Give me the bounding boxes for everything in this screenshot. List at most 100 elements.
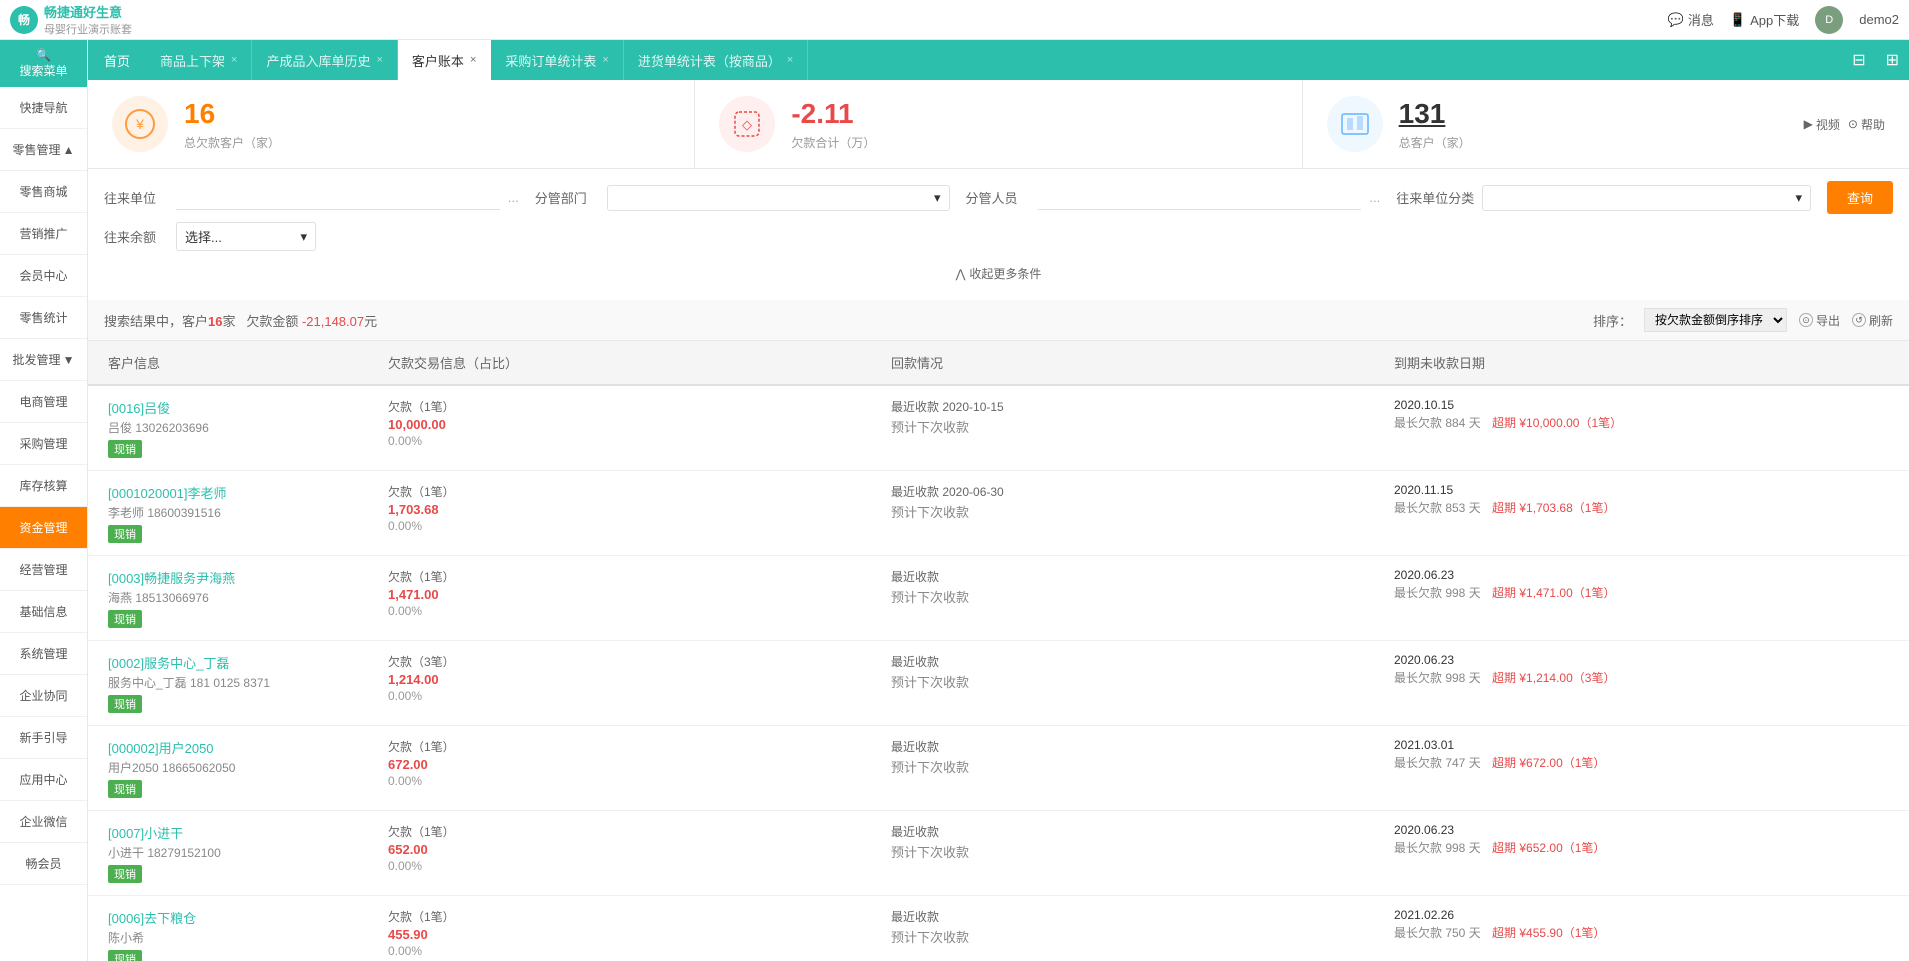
sidebar-item-app-center[interactable]: 应用中心 (0, 759, 87, 801)
sidebar-item-ecommerce[interactable]: 电商管理 (0, 381, 87, 423)
unit-type-select[interactable]: ▾ (1482, 185, 1811, 211)
collection-cell: 最近收款 预计下次收款 (887, 821, 1390, 885)
tab-home[interactable]: 首页 (88, 40, 146, 80)
sidebar-item-retail-shop[interactable]: 零售商城 (0, 171, 87, 213)
view-btn[interactable]: ▶ 视频 (1804, 116, 1840, 133)
next-payment: 预计下次收款 (891, 502, 1386, 521)
customer-name[interactable]: [0003]畅捷服务尹海燕 (108, 568, 380, 587)
balance-filter: 往来余额 选择... ▾ (104, 222, 364, 251)
debt-amount[interactable]: 652.00 (388, 842, 883, 857)
person-input[interactable] (1038, 186, 1362, 210)
balance-select[interactable]: 选择... ▾ (176, 222, 316, 251)
overdue-link[interactable]: 超期 ¥652.00（1笔） (1492, 841, 1605, 855)
debt-amount[interactable]: 1,214.00 (388, 672, 883, 687)
collapse-btn[interactable]: ⋀ 收起更多条件 (104, 259, 1893, 288)
debt-amount[interactable]: 10,000.00 (388, 417, 883, 432)
sidebar-item-retail-stats[interactable]: 零售统计 (0, 297, 87, 339)
sidebar-item-basic-info[interactable]: 基础信息 (0, 591, 87, 633)
close-icon[interactable]: × (470, 54, 476, 66)
customer-name[interactable]: [000002]用户2050 (108, 738, 380, 757)
sidebar-item-batch-mgmt[interactable]: 批发管理▼ (0, 339, 87, 381)
refresh-btn[interactable]: ↺ 刷新 (1852, 312, 1893, 329)
due-date-cell: 2020.10.15 最长欠款 884 天 超期 ¥10,000.00（1笔） (1390, 396, 1893, 460)
sidebar-item-member[interactable]: 会员中心 (0, 255, 87, 297)
stat-debt-amount: ◇ -2.11 欠款合计（万） (695, 80, 1302, 168)
customer-name[interactable]: [0006]去下粮仓 (108, 908, 380, 927)
header-debt-info: 欠款交易信息（占比） (384, 351, 887, 374)
overdue-link[interactable]: 超期 ¥10,000.00（1笔） (1492, 416, 1622, 430)
overdue-link[interactable]: 超期 ¥1,703.68（1笔） (1492, 501, 1615, 515)
collection-cell: 最近收款 预计下次收款 (887, 906, 1390, 961)
stat-actions: ▶ 视频 ⊙ 帮助 (1804, 116, 1885, 133)
sidebar-item-inventory[interactable]: 库存核算 (0, 465, 87, 507)
query-btn[interactable]: 查询 (1827, 181, 1893, 214)
overdue-days: 最长欠款 998 天 超期 ¥652.00（1笔） (1394, 839, 1889, 856)
debt-count: 欠款（1笔） (388, 823, 883, 840)
customer-info-cell: [0003]畅捷服务尹海燕 海燕 18513066976 现销 (104, 566, 384, 630)
sidebar-item-newbie[interactable]: 新手引导 (0, 717, 87, 759)
dept-select[interactable]: ▾ (607, 185, 950, 211)
sidebar-item-quick-nav[interactable]: 快捷导航 (0, 87, 87, 129)
due-date: 2021.02.26 (1394, 908, 1889, 922)
debt-amount[interactable]: 455.90 (388, 927, 883, 942)
sidebar-item-corp-wechat[interactable]: 企业微信 (0, 801, 87, 843)
tab-expand-btn[interactable]: ⊞ (1876, 40, 1909, 80)
tab-collapse-btn[interactable]: ⊟ (1842, 40, 1875, 80)
overdue-days: 最长欠款 747 天 超期 ¥672.00（1笔） (1394, 754, 1889, 771)
from-unit-input[interactable] (176, 186, 500, 210)
sidebar-item-purchase[interactable]: 采购管理 (0, 423, 87, 465)
last-payment: 最近收款 (891, 823, 1386, 840)
debt-info-cell: 欠款（1笔） 672.00 0.00% (384, 736, 887, 800)
debt-amount[interactable]: 1,703.68 (388, 502, 883, 517)
close-icon[interactable]: × (602, 54, 608, 66)
close-icon[interactable]: × (231, 54, 237, 66)
next-payment: 预计下次收款 (891, 417, 1386, 436)
tab-purchase-stats[interactable]: 采购订单统计表 × (491, 40, 623, 80)
customer-name[interactable]: [0016]吕俊 (108, 398, 380, 417)
sidebar-item-ops[interactable]: 经营管理 (0, 549, 87, 591)
overdue-link[interactable]: 超期 ¥455.90（1笔） (1492, 926, 1605, 940)
debt-amount[interactable]: 1,471.00 (388, 587, 883, 602)
tab-customer-account[interactable]: 客户账本 × (398, 40, 491, 80)
customer-name[interactable]: [0007]小进干 (108, 823, 380, 842)
person-dots[interactable]: ... (1369, 190, 1380, 205)
close-icon[interactable]: × (787, 54, 793, 66)
tab-product-history[interactable]: 产成品入库单历史 × (252, 40, 397, 80)
table-header: 客户信息 欠款交易信息（占比） 回款情况 到期未收款日期 (88, 341, 1909, 386)
overdue-link[interactable]: 超期 ¥672.00（1笔） (1492, 756, 1605, 770)
customer-info-cell: [0002]服务中心_丁磊 服务中心_丁磊 181 0125 8371 现销 (104, 651, 384, 715)
message-btn[interactable]: 💬 消息 (1668, 10, 1714, 29)
export-label: 导出 (1816, 312, 1840, 329)
sort-select[interactable]: 按欠款金额倒序排序 (1644, 308, 1787, 332)
sidebar-item-finance[interactable]: 资金管理 (0, 507, 87, 549)
collapse-icon: ⋀ (956, 267, 966, 281)
logo-area: 畅 畅捷通好生意 母婴行业演示账套 (10, 2, 210, 37)
sidebar-search[interactable]: 🔍 搜索菜单 (0, 40, 87, 87)
app-download-btn[interactable]: 📱 App下载 (1730, 10, 1799, 29)
help-label: 帮助 (1861, 116, 1885, 133)
tab-purchase-product-stats[interactable]: 进货单统计表（按商品） × (624, 40, 808, 80)
table-row: [0006]去下粮仓 陈小希 现销 欠款（1笔） 455.90 0.00% 最近… (88, 896, 1909, 961)
sidebar-nav: 快捷导航 零售管理▲ 零售商城 营销推广 会员中心 零售统计 批发管理▼ 电商管… (0, 87, 87, 961)
overdue-link[interactable]: 超期 ¥1,214.00（3笔） (1492, 671, 1615, 685)
logo-sub: 母婴行业演示账套 (44, 21, 132, 37)
from-unit-dots[interactable]: ... (508, 190, 519, 205)
customer-contact: 服务中心_丁磊 181 0125 8371 (108, 674, 380, 691)
close-icon[interactable]: × (376, 54, 382, 66)
sidebar-item-corp-coop[interactable]: 企业协同 (0, 675, 87, 717)
avatar[interactable]: D (1815, 6, 1843, 34)
overdue-link[interactable]: 超期 ¥1,471.00（1笔） (1492, 586, 1615, 600)
table-wrapper: 客户信息 欠款交易信息（占比） 回款情况 到期未收款日期 [0016]吕俊 吕俊… (88, 341, 1909, 961)
tab-product-status[interactable]: 商品上下架 × (146, 40, 252, 80)
customer-name[interactable]: [0002]服务中心_丁磊 (108, 653, 380, 672)
export-btn[interactable]: ⊙ 导出 (1799, 312, 1840, 329)
debt-count: 欠款（1笔） (388, 908, 883, 925)
sidebar-item-retail-mgmt[interactable]: 零售管理▲ (0, 129, 87, 171)
help-btn[interactable]: ⊙ 帮助 (1848, 116, 1885, 133)
sidebar-item-system[interactable]: 系统管理 (0, 633, 87, 675)
sidebar-item-marketing[interactable]: 营销推广 (0, 213, 87, 255)
debt-amount[interactable]: 672.00 (388, 757, 883, 772)
customer-name[interactable]: [0001020001]李老师 (108, 483, 380, 502)
person-label: 分管人员 (966, 188, 1030, 207)
sidebar-item-member-plus[interactable]: 畅会员 (0, 843, 87, 885)
